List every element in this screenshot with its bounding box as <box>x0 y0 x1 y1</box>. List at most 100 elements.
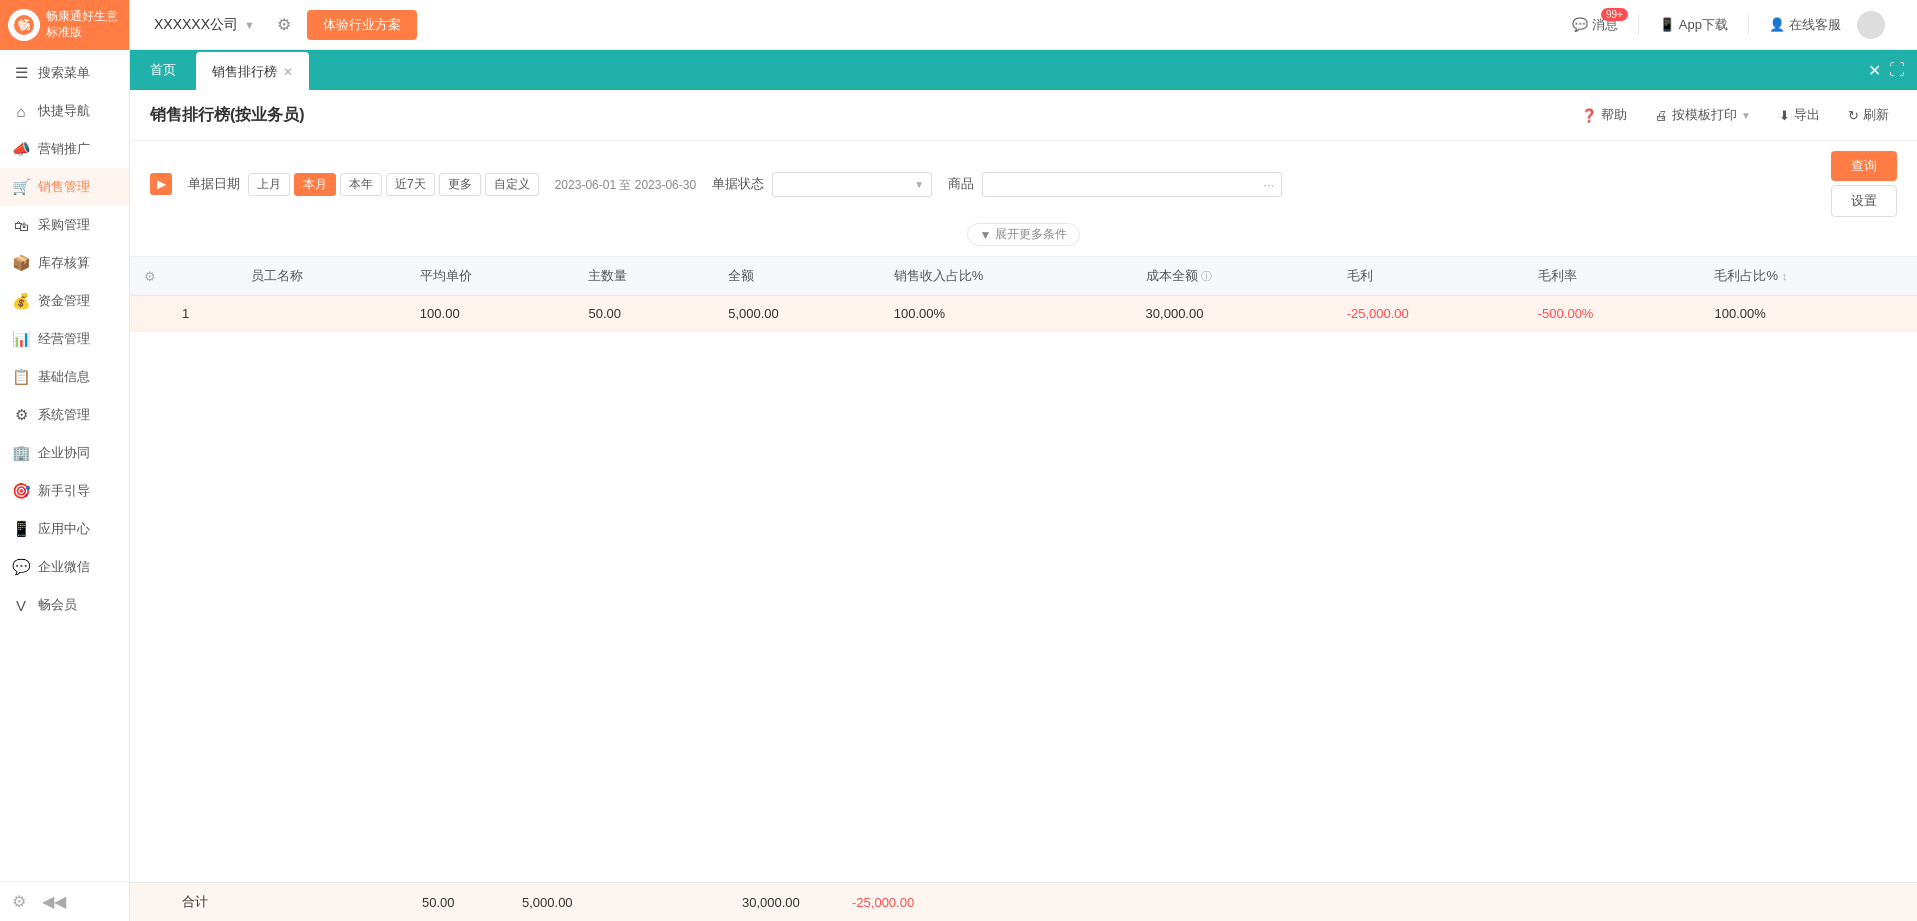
sidebar-item-label: 基础信息 <box>38 368 90 386</box>
status-filter: 单据状态 ▼ <box>712 172 932 197</box>
cell-sales-pct: 100.00% <box>882 296 1134 332</box>
profit-pct-icon[interactable]: ↕ <box>1782 270 1788 282</box>
message-badge: 99+ <box>1601 8 1628 21</box>
tab-close-icon[interactable]: ✕ <box>283 65 293 79</box>
expand-icon: ▼ <box>980 228 992 242</box>
chevron-down-icon: ▼ <box>244 19 255 31</box>
main-area: XXXXXX公司 ▼ ⚙ 体验行业方案 💬 消息 99+ 📱 App下载 👤 在… <box>130 0 1917 921</box>
cell-rank: 1 <box>170 296 239 332</box>
sidebar-item-finance[interactable]: 💰 资金管理 <box>0 282 129 320</box>
date-btn-this-month[interactable]: 本月 <box>294 173 336 196</box>
sidebar-item-marketing[interactable]: 📣 营销推广 <box>0 130 129 168</box>
goods-more-icon[interactable]: ··· <box>1263 177 1274 192</box>
sidebar-item-label: 库存核算 <box>38 254 90 272</box>
cell-name <box>239 296 408 332</box>
cell-settings <box>130 296 170 332</box>
col-settings[interactable]: ⚙ <box>130 257 170 296</box>
cell-avg-price: 100.00 <box>408 296 577 332</box>
print-button[interactable]: 🖨 按模板打印 ▼ <box>1647 102 1759 128</box>
sidebar-item-label: 企业协同 <box>38 444 90 462</box>
settings-footer-icon[interactable]: ⚙ <box>12 892 26 911</box>
expand-button[interactable]: ▼ 展开更多条件 <box>967 223 1081 246</box>
cell-cost: 30,000.00 <box>1134 296 1335 332</box>
sidebar-footer: ⚙ ◀◀ <box>0 881 129 921</box>
sidebar-item-app-center[interactable]: 📱 应用中心 <box>0 510 129 548</box>
refresh-button[interactable]: ↻ 刷新 <box>1840 102 1897 128</box>
export-button[interactable]: ⬇ 导出 <box>1771 102 1828 128</box>
online-service-button[interactable]: 👤 在线客服 <box>1769 16 1841 34</box>
export-icon: ⬇ <box>1779 108 1790 123</box>
goods-filter: 商品 ··· <box>948 172 1282 197</box>
minimize-icon[interactable]: ✕ <box>1868 61 1881 80</box>
goods-input[interactable] <box>982 172 1282 197</box>
filter-expand-row: ▼ 展开更多条件 <box>150 217 1897 246</box>
sidebar-nav: ☰ 搜索菜单 ⌂ 快捷导航 📣 营销推广 🛒 销售管理 🛍 采购管理 📦 库存核… <box>0 50 129 881</box>
sales-icon: 🛒 <box>12 178 30 196</box>
home-icon: ⌂ <box>12 102 30 120</box>
settings-button[interactable]: 设置 <box>1831 185 1897 217</box>
help-icon: ❓ <box>1581 108 1597 123</box>
date-range-display: 2023-06-01 至 2023-06-30 <box>555 175 696 194</box>
sidebar-item-label: 新手引导 <box>38 482 90 500</box>
sidebar-item-basic-info[interactable]: 📋 基础信息 <box>0 358 129 396</box>
page-content: 销售排行榜(按业务员) ❓ 帮助 🖨 按模板打印 ▼ ⬇ 导出 ↻ 刷新 <box>130 90 1917 921</box>
sidebar-item-guide[interactable]: 🎯 新手引导 <box>0 472 129 510</box>
footer-qty: 50.00 <box>422 895 522 910</box>
col-profit: 毛利 <box>1335 257 1526 296</box>
gear-icon[interactable]: ⚙ <box>277 15 291 34</box>
page-title: 销售排行榜(按业务员) <box>150 105 305 126</box>
query-button[interactable]: 查询 <box>1831 151 1897 181</box>
sidebar-item-purchase[interactable]: 🛍 采购管理 <box>0 206 129 244</box>
goods-label: 商品 <box>948 175 974 193</box>
sidebar-item-member[interactable]: V 畅会员 <box>0 586 129 624</box>
filter-toggle-icon: ▶ <box>157 177 166 191</box>
date-label: 单据日期 <box>188 175 240 193</box>
help-button[interactable]: ❓ 帮助 <box>1573 102 1635 128</box>
date-btn-custom[interactable]: 自定义 <box>485 173 539 196</box>
collapse-icon[interactable]: ◀◀ <box>42 892 66 911</box>
wechat-icon: 💬 <box>12 558 30 576</box>
filter-toggle-button[interactable]: ▶ <box>150 173 172 195</box>
service-label: 在线客服 <box>1789 16 1841 34</box>
sidebar-item-search[interactable]: ☰ 搜索菜单 <box>0 54 129 92</box>
tab-sales-ranking[interactable]: 销售排行榜 ✕ <box>196 52 309 92</box>
sidebar-item-inventory[interactable]: 📦 库存核算 <box>0 244 129 282</box>
inventory-icon: 📦 <box>12 254 30 272</box>
sidebar-item-sales[interactable]: 🛒 销售管理 <box>0 168 129 206</box>
app-download-button[interactable]: 📱 App下载 <box>1659 16 1728 34</box>
cost-info-icon[interactable]: ⓘ <box>1201 270 1212 282</box>
avatar[interactable] <box>1857 11 1885 39</box>
operation-icon: 📊 <box>12 330 30 348</box>
maximize-icon[interactable]: ⛶ <box>1889 61 1905 79</box>
goods-input-wrapper: ··· <box>982 172 1282 197</box>
footer-total-label: 合计 <box>142 893 322 911</box>
footer-cost: 30,000.00 <box>742 895 852 910</box>
member-icon: V <box>12 596 30 614</box>
company-selector[interactable]: XXXXXX公司 ▼ <box>146 12 263 38</box>
date-btn-last-month[interactable]: 上月 <box>248 173 290 196</box>
topbar-right: 💬 消息 99+ 📱 App下载 👤 在线客服 <box>1572 11 1901 39</box>
refresh-label: 刷新 <box>1863 106 1889 124</box>
cell-profit-pct: 100.00% <box>1702 296 1917 332</box>
status-select[interactable] <box>772 172 932 197</box>
message-button[interactable]: 💬 消息 99+ <box>1572 16 1618 34</box>
date-btn-more[interactable]: 更多 <box>439 173 481 196</box>
sidebar-item-label: 畅会员 <box>38 596 77 614</box>
col-profit-pct: 毛利占比% ↕ <box>1702 257 1917 296</box>
table-footer: 合计 50.00 5,000.00 30,000.00 -25,000.00 <box>130 882 1917 921</box>
tab-home[interactable]: 首页 <box>130 50 196 90</box>
col-qty: 主数量 <box>576 257 716 296</box>
sidebar-item-quick-nav[interactable]: ⌂ 快捷导航 <box>0 92 129 130</box>
sidebar: 畅 畅康通好生意 标准版 ☰ 搜索菜单 ⌂ 快捷导航 📣 营销推广 🛒 销售管理… <box>0 0 130 921</box>
sidebar-item-operation[interactable]: 📊 经营管理 <box>0 320 129 358</box>
sidebar-item-enterprise[interactable]: 🏢 企业协同 <box>0 434 129 472</box>
sidebar-item-wechat[interactable]: 💬 企业微信 <box>0 548 129 586</box>
table-row: 1100.0050.005,000.00100.00%30,000.00-25,… <box>130 296 1917 332</box>
trial-button[interactable]: 体验行业方案 <box>307 10 417 40</box>
status-select-wrapper: ▼ <box>772 172 932 197</box>
date-btn-7days[interactable]: 近7天 <box>386 173 435 196</box>
date-btn-this-year[interactable]: 本年 <box>340 173 382 196</box>
sidebar-item-system[interactable]: ⚙ 系统管理 <box>0 396 129 434</box>
app-center-icon: 📱 <box>12 520 30 538</box>
refresh-icon: ↻ <box>1848 108 1859 123</box>
